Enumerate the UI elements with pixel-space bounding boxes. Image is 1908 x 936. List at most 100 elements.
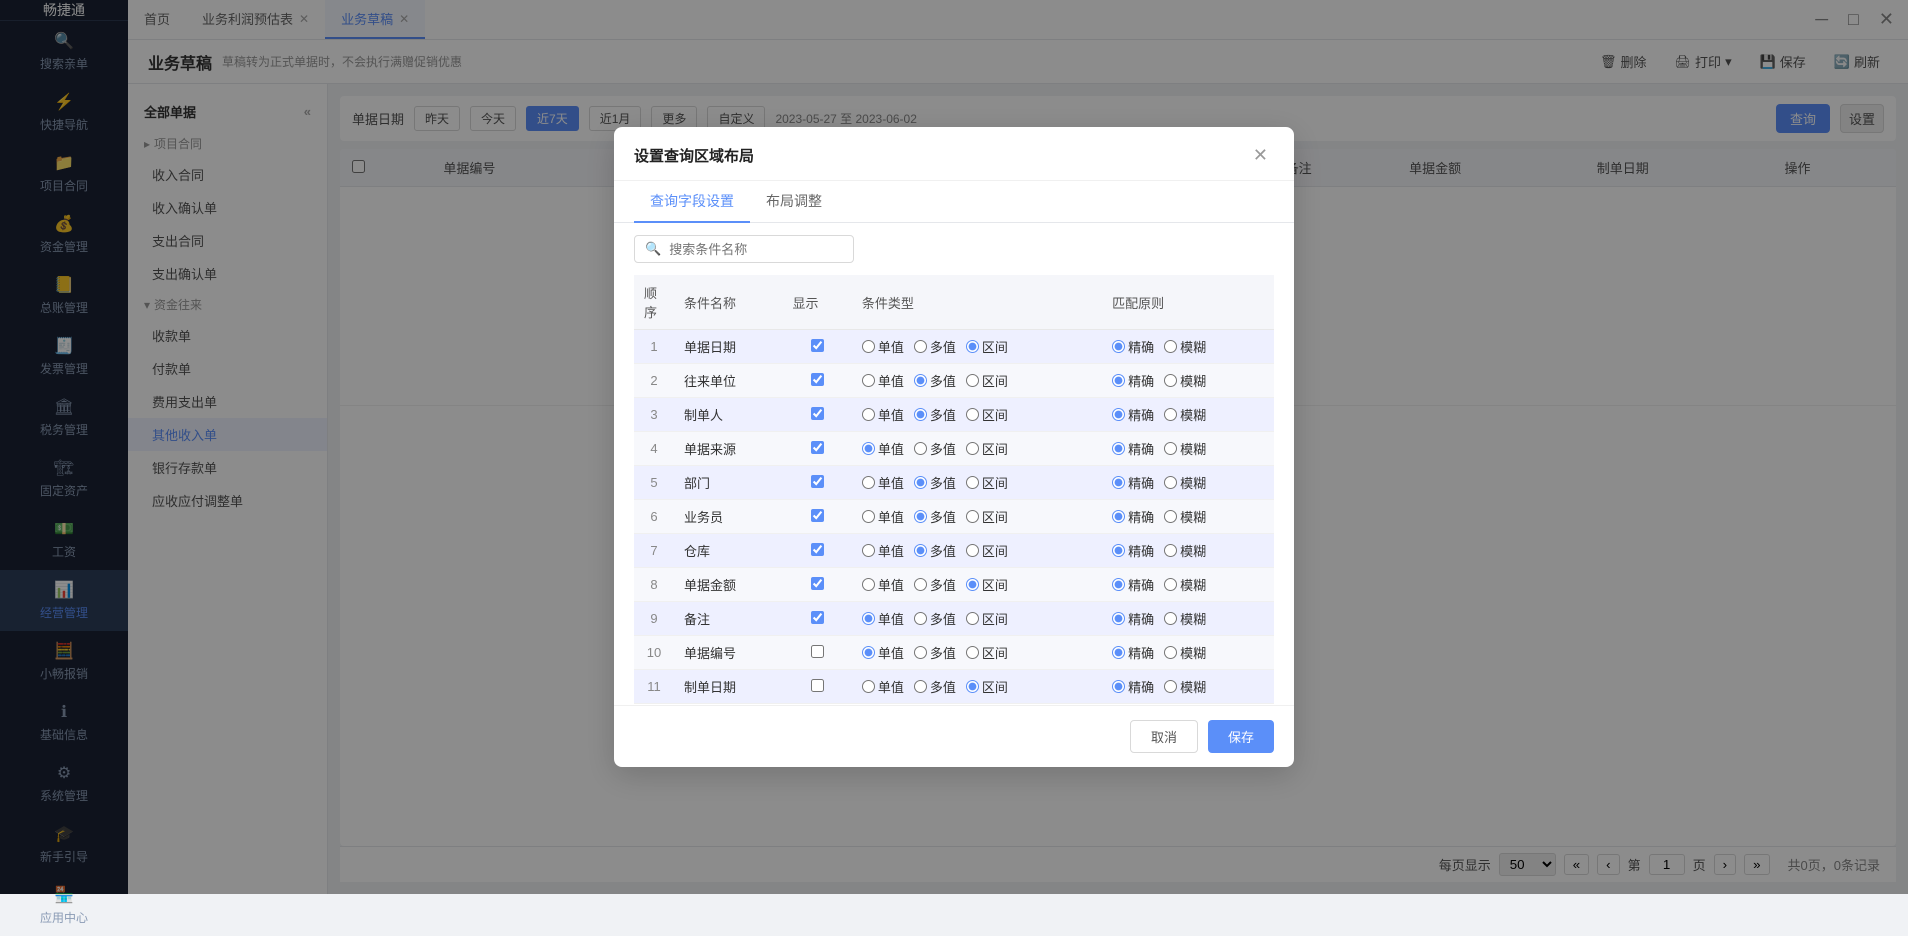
matchrule-radio[interactable] [1164,340,1177,353]
condtype-radio[interactable] [914,408,927,421]
matchrule-radio-label[interactable]: 精确 [1112,609,1154,628]
matchrule-radio[interactable] [1112,340,1125,353]
condtype-radio[interactable] [966,374,979,387]
matchrule-radio-label[interactable]: 精确 [1112,677,1154,696]
tab-layout-settings[interactable]: 布局调整 [750,181,838,223]
condtype-radio[interactable] [914,374,927,387]
cancel-button[interactable]: 取消 [1130,720,1198,753]
condtype-radio-label[interactable]: 单值 [862,473,904,492]
condtype-radio[interactable] [862,374,875,387]
matchrule-radio[interactable] [1112,442,1125,455]
condtype-radio-label[interactable]: 区间 [966,507,1008,526]
matchrule-radio[interactable] [1164,612,1177,625]
matchrule-radio-label[interactable]: 模糊 [1164,677,1206,696]
display-checkbox[interactable] [811,577,824,590]
condtype-radio[interactable] [862,646,875,659]
display-checkbox[interactable] [811,441,824,454]
condtype-radio-label[interactable]: 单值 [862,643,904,662]
matchrule-radio[interactable] [1164,578,1177,591]
display-checkbox[interactable] [811,679,824,692]
condtype-radio[interactable] [966,442,979,455]
matchrule-radio-label[interactable]: 精确 [1112,337,1154,356]
matchrule-radio-label[interactable]: 模糊 [1164,643,1206,662]
condtype-radio-label[interactable]: 多值 [914,575,956,594]
condtype-radio[interactable] [914,612,927,625]
matchrule-radio[interactable] [1164,544,1177,557]
matchrule-radio[interactable] [1164,476,1177,489]
condtype-radio-label[interactable]: 区间 [966,575,1008,594]
matchrule-radio[interactable] [1164,646,1177,659]
condtype-radio-label[interactable]: 多值 [914,337,956,356]
matchrule-radio[interactable] [1112,612,1125,625]
matchrule-radio[interactable] [1112,680,1125,693]
condtype-radio[interactable] [862,612,875,625]
condtype-radio-label[interactable]: 区间 [966,677,1008,696]
condtype-radio[interactable] [966,680,979,693]
tab-field-settings[interactable]: 查询字段设置 [634,181,750,223]
condtype-radio-label[interactable]: 区间 [966,337,1008,356]
display-checkbox[interactable] [811,407,824,420]
condtype-radio-label[interactable]: 多值 [914,507,956,526]
condtype-radio[interactable] [914,544,927,557]
modal-search-input[interactable] [669,242,845,257]
matchrule-radio[interactable] [1112,408,1125,421]
condtype-radio[interactable] [862,476,875,489]
matchrule-radio[interactable] [1164,442,1177,455]
matchrule-radio-label[interactable]: 精确 [1112,541,1154,560]
display-checkbox[interactable] [811,475,824,488]
condtype-radio[interactable] [966,510,979,523]
condtype-radio-label[interactable]: 单值 [862,507,904,526]
condtype-radio-label[interactable]: 多值 [914,473,956,492]
display-checkbox[interactable] [811,611,824,624]
condtype-radio-label[interactable]: 多值 [914,439,956,458]
condtype-radio[interactable] [914,476,927,489]
matchrule-radio-label[interactable]: 模糊 [1164,541,1206,560]
matchrule-radio[interactable] [1164,510,1177,523]
matchrule-radio[interactable] [1164,680,1177,693]
condtype-radio[interactable] [914,510,927,523]
condtype-radio[interactable] [966,476,979,489]
condtype-radio[interactable] [966,578,979,591]
matchrule-radio[interactable] [1164,374,1177,387]
display-checkbox[interactable] [811,373,824,386]
matchrule-radio-label[interactable]: 精确 [1112,507,1154,526]
condtype-radio-label[interactable]: 多值 [914,643,956,662]
matchrule-radio[interactable] [1164,408,1177,421]
condtype-radio[interactable] [914,442,927,455]
condtype-radio-label[interactable]: 区间 [966,609,1008,628]
condtype-radio[interactable] [914,340,927,353]
condtype-radio[interactable] [966,408,979,421]
condtype-radio[interactable] [862,340,875,353]
display-checkbox[interactable] [811,509,824,522]
condtype-radio-label[interactable]: 区间 [966,405,1008,424]
condtype-radio-label[interactable]: 单值 [862,575,904,594]
condtype-radio[interactable] [966,340,979,353]
condtype-radio-label[interactable]: 单值 [862,609,904,628]
matchrule-radio-label[interactable]: 模糊 [1164,439,1206,458]
matchrule-radio-label[interactable]: 模糊 [1164,337,1206,356]
display-checkbox[interactable] [811,543,824,556]
matchrule-radio-label[interactable]: 精确 [1112,473,1154,492]
matchrule-radio-label[interactable]: 精确 [1112,643,1154,662]
condtype-radio-label[interactable]: 多值 [914,405,956,424]
condtype-radio[interactable] [914,578,927,591]
matchrule-radio-label[interactable]: 精确 [1112,575,1154,594]
condtype-radio[interactable] [914,680,927,693]
condtype-radio[interactable] [862,408,875,421]
condtype-radio-label[interactable]: 区间 [966,541,1008,560]
condtype-radio-label[interactable]: 单值 [862,439,904,458]
matchrule-radio-label[interactable]: 精确 [1112,439,1154,458]
condtype-radio-label[interactable]: 区间 [966,473,1008,492]
condtype-radio-label[interactable]: 多值 [914,609,956,628]
modal-save-button[interactable]: 保存 [1208,720,1274,753]
matchrule-radio-label[interactable]: 模糊 [1164,371,1206,390]
condtype-radio-label[interactable]: 区间 [966,371,1008,390]
matchrule-radio[interactable] [1112,646,1125,659]
condtype-radio[interactable] [862,544,875,557]
matchrule-radio-label[interactable]: 模糊 [1164,473,1206,492]
condtype-radio-label[interactable]: 区间 [966,439,1008,458]
matchrule-radio-label[interactable]: 精确 [1112,371,1154,390]
display-checkbox[interactable] [811,645,824,658]
condtype-radio[interactable] [862,510,875,523]
matchrule-radio-label[interactable]: 模糊 [1164,609,1206,628]
